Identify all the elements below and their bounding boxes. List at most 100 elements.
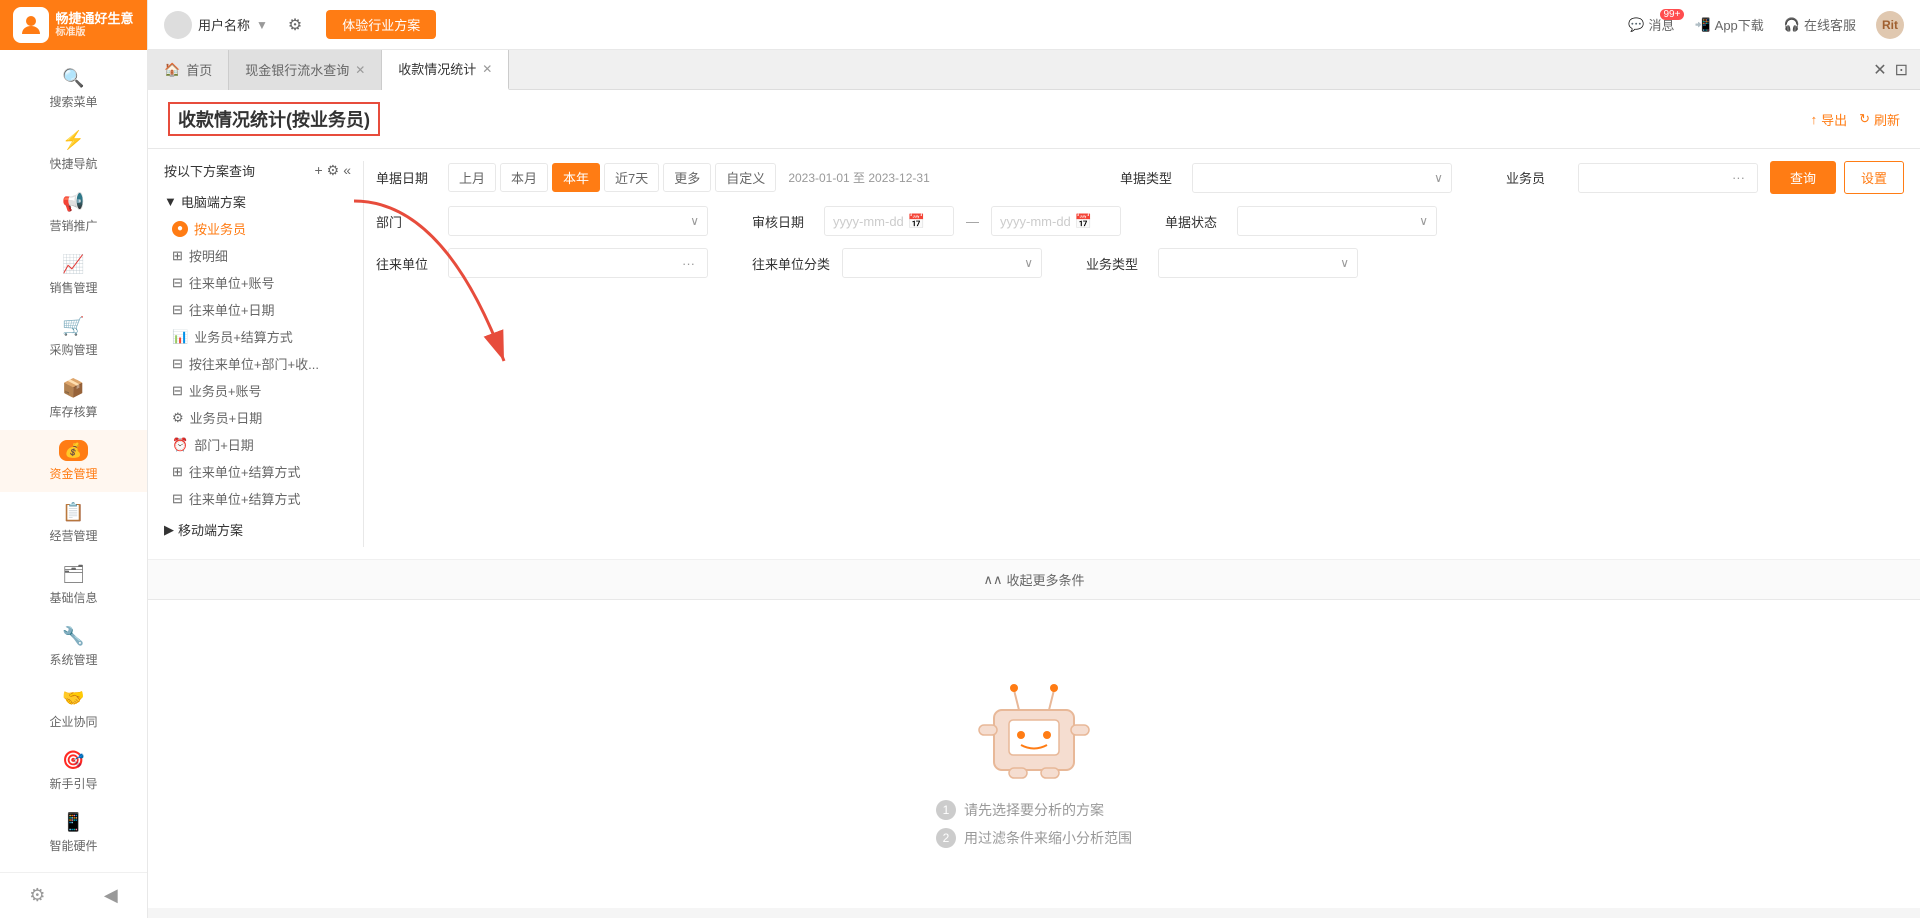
purchase-icon: 🛒 [62, 316, 84, 337]
tab-actions: ✕ ⊡ [1873, 60, 1920, 80]
sidebar-item-finance[interactable]: 💰 资金管理 [0, 430, 147, 492]
scheme-item-label: 业务员+日期 [190, 408, 263, 427]
doc-status-select[interactable]: ∨ [1237, 206, 1437, 236]
date-placeholder: yyyy-mm-dd [833, 214, 904, 229]
scheme-item-salesperson-date[interactable]: ⚙ 业务员+日期 [164, 404, 351, 431]
online-service-link[interactable]: 🎧 在线客服 [1784, 15, 1856, 34]
sidebar-item-wechat[interactable]: 💬 企业微信 [0, 864, 147, 872]
tab-home[interactable]: 🏠 首页 [148, 50, 229, 90]
topbar: 用户名称 ▼ ⚙ 体验行业方案 💬 消息 99+ 📲 App下载 🎧 在线客服 … [148, 0, 1920, 50]
empty-step-1: 1 请先选择要分析的方案 [936, 800, 1132, 820]
scheme-item-counterpart-date[interactable]: ⊟ 往来单位+日期 [164, 296, 351, 323]
user-name: 用户名称 [198, 15, 250, 34]
counterpart-class-select[interactable]: ∨ [842, 248, 1042, 278]
sidebar-item-guide[interactable]: 🎯 新手引导 [0, 740, 147, 802]
scheme-item-salesperson-payment[interactable]: 📊 业务员+结算方式 [164, 323, 351, 350]
sidebar-item-enterprise[interactable]: 🤝 企业协同 [0, 678, 147, 740]
step-1-text: 请先选择要分析的方案 [964, 800, 1104, 820]
date-btn-7days[interactable]: 近7天 [604, 163, 659, 192]
scheme-group-pc-title[interactable]: ▼ 电脑端方案 [164, 188, 351, 215]
tab-collection-stat-close-icon[interactable]: ✕ [482, 62, 492, 76]
export-button[interactable]: ↑ 导出 [1811, 110, 1848, 129]
sidebar-item-system[interactable]: 🔧 系统管理 [0, 616, 147, 678]
tab-bank-flow[interactable]: 现金银行流水查询 ✕ [229, 50, 382, 90]
tab-maximize-icon[interactable]: ⊡ [1895, 60, 1908, 80]
app-name: 畅捷通好生意 [55, 11, 133, 27]
review-date-end[interactable]: yyyy-mm-dd 📅 [991, 206, 1121, 236]
filter-row-1: 单据日期 上月 本月 本年 近7天 更多 自定义 2023-01-01 至 20… [376, 161, 1904, 194]
salesperson-dots[interactable]: ··· [1728, 170, 1749, 185]
refresh-button[interactable]: ↻ 刷新 [1859, 110, 1900, 129]
scheme-item-label: 往来单位+日期 [189, 300, 275, 319]
scheme-item-by-salesperson[interactable]: ● 按业务员 [164, 215, 351, 242]
review-date-start[interactable]: yyyy-mm-dd 📅 [824, 206, 954, 236]
scheme-item-label: 业务员+结算方式 [194, 327, 293, 346]
sidebar-item-search[interactable]: 🔍 搜索菜单 [0, 58, 147, 120]
sidebar-item-basic[interactable]: 🗂 基础信息 [0, 554, 147, 616]
collapse-label: 收起更多条件 [1007, 570, 1085, 589]
scheme-settings-icon[interactable]: ⚙ [327, 162, 340, 179]
set-button[interactable]: 设置 [1844, 161, 1904, 194]
date-btn-last-month[interactable]: 上月 [448, 163, 496, 192]
date-btn-more[interactable]: 更多 [663, 163, 711, 192]
query-button[interactable]: 查询 [1770, 161, 1836, 194]
tab-collection-stat[interactable]: 收款情况统计 ✕ [382, 50, 509, 90]
topbar-user-text: Rit [1882, 18, 1898, 32]
scheme-icon: ⊟ [172, 383, 183, 399]
dept-select[interactable]: ∨ [448, 206, 708, 236]
sidebar-item-label: 企业协同 [49, 713, 97, 730]
counterpart-select[interactable]: ··· [448, 248, 708, 278]
sidebar-collapse-icon[interactable]: ◀ [104, 885, 118, 906]
search-icon: 🔍 [62, 68, 84, 89]
sidebar-item-marketing[interactable]: 📢 营销推广 [0, 182, 147, 244]
marketing-icon: 📢 [62, 192, 84, 213]
date-btn-custom[interactable]: 自定义 [715, 163, 776, 192]
scheme-item-label: 部门+日期 [194, 435, 254, 454]
sidebar-item-hardware[interactable]: 📱 智能硬件 [0, 802, 147, 864]
scheme-item-counterpart-dept[interactable]: ⊟ 按往来单位+部门+收... [164, 350, 351, 377]
sidebar-settings-icon[interactable]: ⚙ [29, 885, 45, 906]
empty-state: 1 请先选择要分析的方案 2 用过滤条件来缩小分析范围 [148, 600, 1920, 908]
scheme-add-icon[interactable]: + [314, 162, 322, 179]
sidebar-item-inventory[interactable]: 📦 库存核算 [0, 368, 147, 430]
scheme-item-salesperson-account[interactable]: ⊟ 业务员+账号 [164, 377, 351, 404]
app-logo: 畅捷通好生意 标准版 [0, 0, 147, 50]
scheme-item-dept-date[interactable]: ⏰ 部门+日期 [164, 431, 351, 458]
tab-collection-stat-label: 收款情况统计 [398, 59, 476, 78]
topbar-right: 💬 消息 99+ 📲 App下载 🎧 在线客服 Rit [1628, 11, 1904, 39]
collapse-up-icon: ∧∧ [983, 572, 1002, 588]
sidebar-item-sales[interactable]: 📈 销售管理 [0, 244, 147, 306]
user-info[interactable]: 用户名称 ▼ [164, 11, 268, 39]
topbar-gear-icon[interactable]: ⚙ [288, 15, 302, 35]
sidebar-item-quicknav[interactable]: ⚡ 快捷导航 [0, 120, 147, 182]
scheme-item-counterpart-payment1[interactable]: ⊞ 往来单位+结算方式 [164, 458, 351, 485]
date-btn-this-month[interactable]: 本月 [500, 163, 548, 192]
trial-button[interactable]: 体验行业方案 [326, 10, 436, 39]
topbar-user-avatar[interactable]: Rit [1876, 11, 1904, 39]
scheme-item-detail[interactable]: ⊞ 按明细 [164, 242, 351, 269]
scheme-detail-icon: ⊞ [172, 248, 183, 264]
app-download-link[interactable]: 📲 App下载 [1694, 15, 1763, 34]
counterpart-dots[interactable]: ··· [678, 256, 699, 271]
scheme-item-counterpart-account[interactable]: ⊟ 往来单位+账号 [164, 269, 351, 296]
date-buttons: 上月 本月 本年 近7天 更多 自定义 [448, 163, 776, 192]
finance-icon: 💰 [59, 440, 88, 461]
system-icon: 🔧 [62, 626, 84, 647]
salesperson-select[interactable]: ··· [1578, 163, 1758, 193]
sidebar-item-label: 销售管理 [49, 279, 97, 296]
message-badge[interactable]: 💬 消息 99+ [1628, 15, 1674, 34]
filter-row-2: 部门 ∨ 审核日期 yyyy-mm-dd 📅 — [376, 206, 1904, 236]
tab-bank-flow-close-icon[interactable]: ✕ [355, 63, 365, 77]
biz-type-select[interactable]: ∨ [1158, 248, 1358, 278]
refresh-icon: ↻ [1859, 111, 1870, 127]
doc-type-select[interactable]: ∨ [1192, 163, 1452, 193]
scheme-item-counterpart-payment2[interactable]: ⊟ 往来单位+结算方式 [164, 485, 351, 512]
sidebar-item-operation[interactable]: 📋 经营管理 [0, 492, 147, 554]
tab-close-all-icon[interactable]: ✕ [1873, 60, 1886, 80]
collapse-bar[interactable]: ∧∧ 收起更多条件 [148, 559, 1920, 599]
scheme-group-mobile-title[interactable]: ▶ 移动端方案 [164, 516, 351, 543]
tabbar: 🏠 首页 现金银行流水查询 ✕ 收款情况统计 ✕ ✕ ⊡ [148, 50, 1920, 90]
sidebar-item-purchase[interactable]: 🛒 采购管理 [0, 306, 147, 368]
date-btn-this-year[interactable]: 本年 [552, 163, 600, 192]
scheme-collapse-icon[interactable]: « [343, 162, 351, 179]
